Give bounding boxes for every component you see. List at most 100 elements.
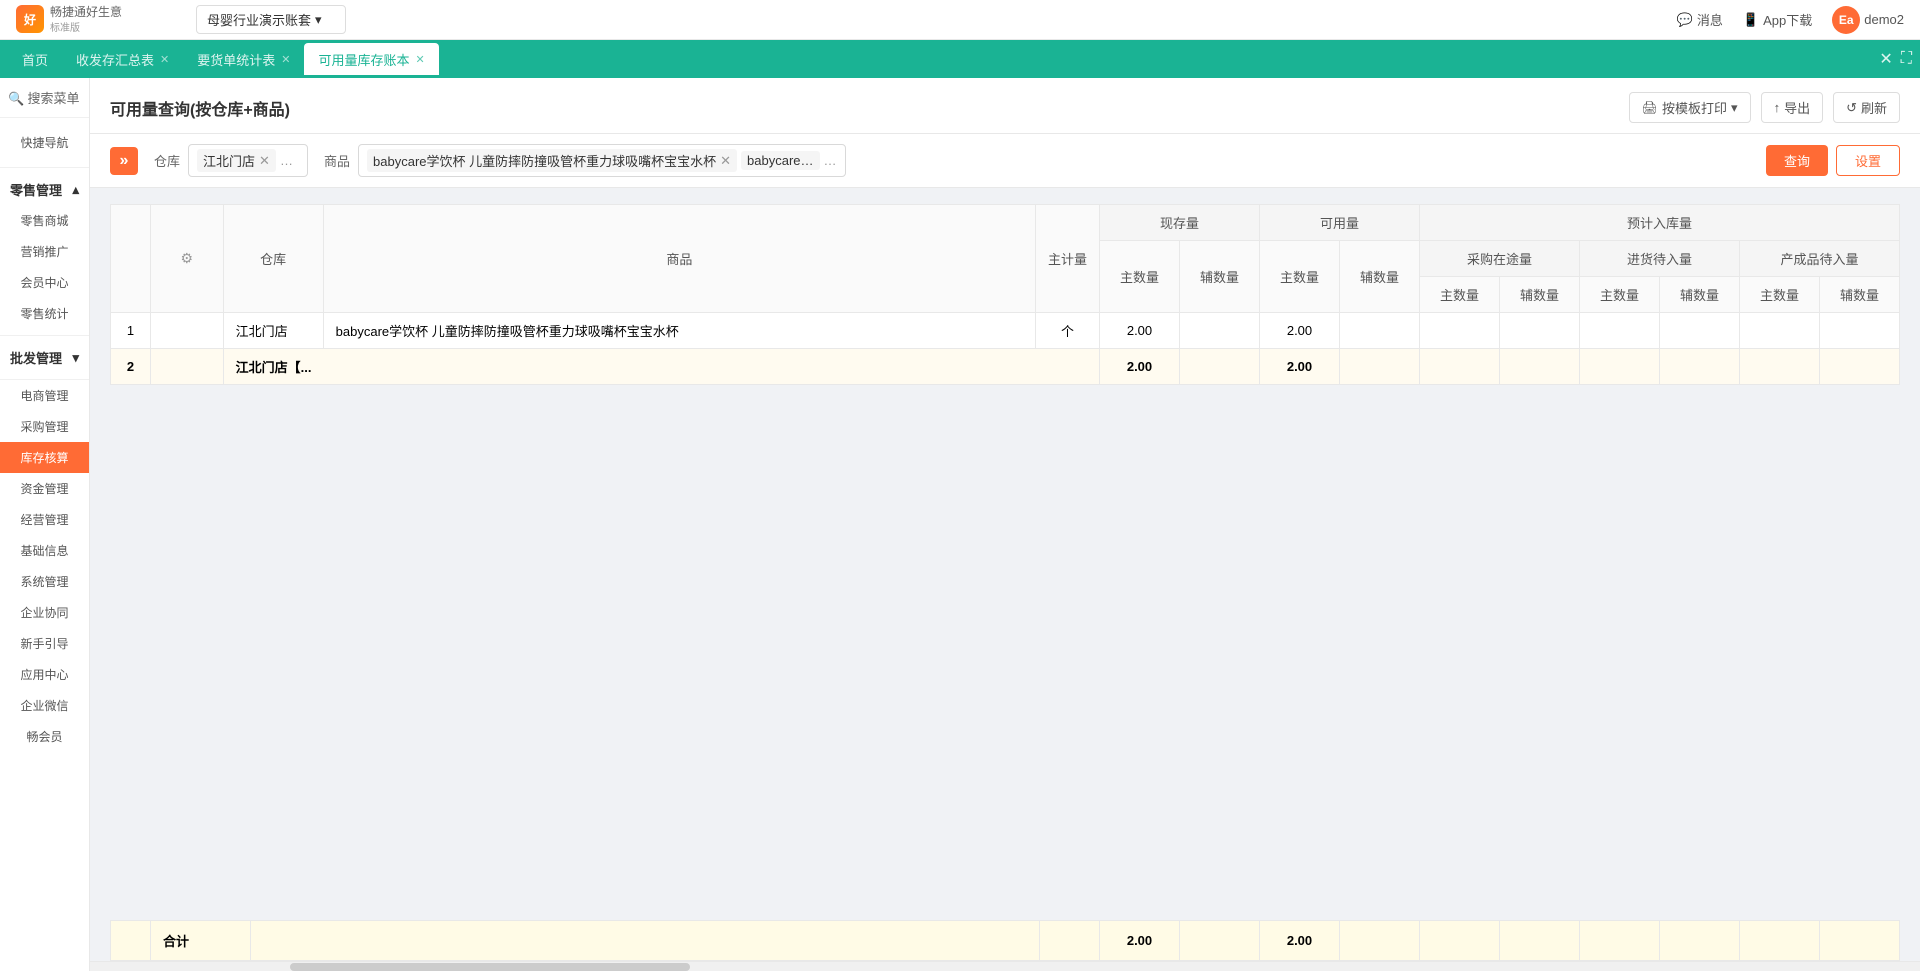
- logo-sub: 标准版: [50, 19, 122, 34]
- col-purchase-group-header: 采购在途量: [1420, 241, 1580, 277]
- industry-selector[interactable]: 母婴行业演示账套 ▾: [196, 5, 346, 34]
- refresh-icon: ↺: [1846, 100, 1857, 116]
- sidebar-item-retail-mall[interactable]: 零售商城: [0, 205, 89, 236]
- refresh-label: 刷新: [1861, 98, 1887, 117]
- footer-label: 合计: [151, 921, 251, 961]
- sidebar-item-basic-info[interactable]: 基础信息: [0, 535, 89, 566]
- subtotal-row: 2 江北门店【... 2.00 2.00: [111, 349, 1900, 385]
- sidebar-item-guide[interactable]: 新手引导: [0, 628, 89, 659]
- expand-icon[interactable]: ⛶: [1901, 50, 1912, 68]
- close-all-icon[interactable]: ✕: [1879, 49, 1892, 69]
- sidebar-item-enterprise[interactable]: 企业协同: [0, 597, 89, 628]
- sidebar-item-wechat[interactable]: 企业微信: [0, 690, 89, 721]
- col-settings-header[interactable]: ⚙: [151, 205, 224, 313]
- sidebar-search[interactable]: 🔍 搜索菜单: [0, 78, 89, 118]
- logo: 好 畅捷通好生意 标准版: [16, 5, 196, 34]
- product-filter-more[interactable]: …: [824, 153, 837, 168]
- page-header-actions: 🖨 按模板打印 ▾ ↑ 导出 ↺ 刷新: [1629, 92, 1901, 123]
- top-bar: 好 畅捷通好生意 标准版 母婴行业演示账套 ▾ 💬 消息 📱 App下载 Ea …: [0, 0, 1920, 40]
- mobile-icon: 📱: [1743, 12, 1759, 28]
- tab-stock-summary[interactable]: 收发存汇总表 ✕: [62, 43, 183, 75]
- sidebar-section-retail-label: 零售管理: [10, 180, 62, 199]
- product-filter-group: 商品 babycare学饮杯 儿童防摔防撞吸管杯重力球吸嘴杯宝宝水杯 ✕ bab…: [324, 144, 846, 177]
- cell-unit: 个: [1035, 313, 1099, 349]
- sidebar-item-marketing[interactable]: 营销推广: [0, 236, 89, 267]
- footer-empty1: [111, 921, 151, 961]
- tab-available-stock-close[interactable]: ✕: [416, 53, 425, 66]
- subtotal-avail-main: 2.00: [1260, 349, 1340, 385]
- col-stock-main-header: 主数量: [1100, 241, 1180, 313]
- sidebar-nav: 快捷导航: [0, 118, 89, 168]
- subtotal-pur-main: [1420, 349, 1500, 385]
- cell-settings: [151, 313, 224, 349]
- horizontal-scrollbar[interactable]: [90, 961, 1920, 971]
- sidebar-section-retail: 零售管理 ▴ 零售商城 营销推广 会员中心 零售统计: [0, 168, 89, 336]
- sidebar-item-system[interactable]: 系统管理: [0, 566, 89, 597]
- col-avail-main-header: 主数量: [1260, 241, 1340, 313]
- setting-button[interactable]: 设置: [1836, 145, 1900, 176]
- data-table: ⚙ 仓库 商品 主计量 现存量 可用量 预计入库量 主数量 辅数量 主数量 辅数…: [110, 204, 1900, 385]
- subtotal-inc-main: [1580, 349, 1660, 385]
- footer-stock-main: 2.00: [1100, 921, 1180, 961]
- sidebar-section-retail-header[interactable]: 零售管理 ▴: [0, 174, 89, 205]
- tab-available-stock-label: 可用量库存账本: [318, 50, 409, 69]
- tab-order-stats-close[interactable]: ✕: [281, 53, 290, 66]
- cell-prod-aux: [1820, 313, 1900, 349]
- subtotal-inc-aux: [1660, 349, 1740, 385]
- filter-toggle-button[interactable]: »: [110, 147, 138, 175]
- sidebar-search-label: 搜索菜单: [28, 91, 80, 106]
- warehouse-filter-more[interactable]: …: [280, 153, 293, 168]
- warehouse-filter-input[interactable]: 江北门店 ✕ …: [188, 144, 308, 177]
- col-prod-aux-header: 辅数量: [1820, 277, 1900, 313]
- page-header: 可用量查询(按仓库+商品) 🖨 按模板打印 ▾ ↑ 导出 ↺ 刷新: [90, 78, 1920, 134]
- footer-prod-main: [1740, 921, 1820, 961]
- settings-gear-icon: ⚙: [181, 250, 194, 266]
- tab-available-stock[interactable]: 可用量库存账本 ✕: [304, 43, 438, 75]
- col-production-group-header: 产成品待入量: [1740, 241, 1900, 277]
- tab-stock-summary-close[interactable]: ✕: [160, 53, 169, 66]
- subtotal-prod-main: [1740, 349, 1820, 385]
- table-row: 1 江北门店 babycare学饮杯 儿童防摔防撞吸管杯重力球吸嘴杯宝宝水杯 个…: [111, 313, 1900, 349]
- product-filter-input[interactable]: babycare学饮杯 儿童防摔防撞吸管杯重力球吸嘴杯宝宝水杯 ✕ babyca…: [358, 144, 845, 177]
- sidebar-item-member2[interactable]: 畅会员: [0, 721, 89, 752]
- sidebar-section-wholesale-header[interactable]: 批发管理 ▾: [0, 342, 89, 373]
- sidebar-quick-nav[interactable]: 快捷导航: [0, 126, 89, 159]
- filter-actions: 查询 设置: [1766, 145, 1900, 176]
- sidebar-item-member[interactable]: 会员中心: [0, 267, 89, 298]
- tab-bar-actions: ✕ ⛶: [1879, 49, 1912, 69]
- refresh-button[interactable]: ↺ 刷新: [1833, 92, 1900, 123]
- user-menu[interactable]: Ea demo2: [1832, 6, 1904, 34]
- sidebar-item-app-center[interactable]: 应用中心: [0, 659, 89, 690]
- user-name: demo2: [1864, 12, 1904, 27]
- cell-inc-aux: [1660, 313, 1740, 349]
- app-download-button[interactable]: 📱 App下载: [1743, 10, 1812, 29]
- tab-order-stats[interactable]: 要货单统计表 ✕: [183, 43, 304, 75]
- message-button[interactable]: 💬 消息: [1677, 10, 1723, 29]
- sidebar-section-wholesale-label: 批发管理: [10, 348, 62, 367]
- avatar: Ea: [1832, 6, 1860, 34]
- cell-pur-aux: [1500, 313, 1580, 349]
- col-product-header: 商品: [323, 205, 1035, 313]
- warehouse-tag-value: 江北门店: [203, 151, 255, 170]
- product-tag1-close[interactable]: ✕: [720, 153, 731, 169]
- sidebar-item-operations[interactable]: 经营管理: [0, 504, 89, 535]
- cell-prod-main: [1740, 313, 1820, 349]
- query-button[interactable]: 查询: [1766, 145, 1828, 176]
- sidebar-item-ecommerce[interactable]: 电商管理: [0, 380, 89, 411]
- export-button[interactable]: ↑ 导出: [1761, 92, 1824, 123]
- tab-home[interactable]: 首页: [8, 43, 62, 75]
- sidebar-item-finance[interactable]: 资金管理: [0, 473, 89, 504]
- subtotal-settings: [151, 349, 224, 385]
- template-print-button[interactable]: 🖨 按模板打印 ▾: [1629, 92, 1751, 123]
- tab-order-stats-label: 要货单统计表: [197, 50, 275, 69]
- footer-stock-aux: [1180, 921, 1260, 961]
- col-available-group-header: 可用量: [1260, 205, 1420, 241]
- sidebar-item-purchase[interactable]: 采购管理: [0, 411, 89, 442]
- warehouse-tag-close[interactable]: ✕: [259, 153, 270, 169]
- sidebar-item-inventory[interactable]: 库存核算: [0, 442, 89, 473]
- sidebar-item-retail-stats[interactable]: 零售统计: [0, 298, 89, 329]
- print-icon: 🖨: [1642, 100, 1659, 116]
- scrollbar-thumb[interactable]: [290, 963, 690, 971]
- col-avail-aux-header: 辅数量: [1340, 241, 1420, 313]
- col-unit-header: 主计量: [1035, 205, 1099, 313]
